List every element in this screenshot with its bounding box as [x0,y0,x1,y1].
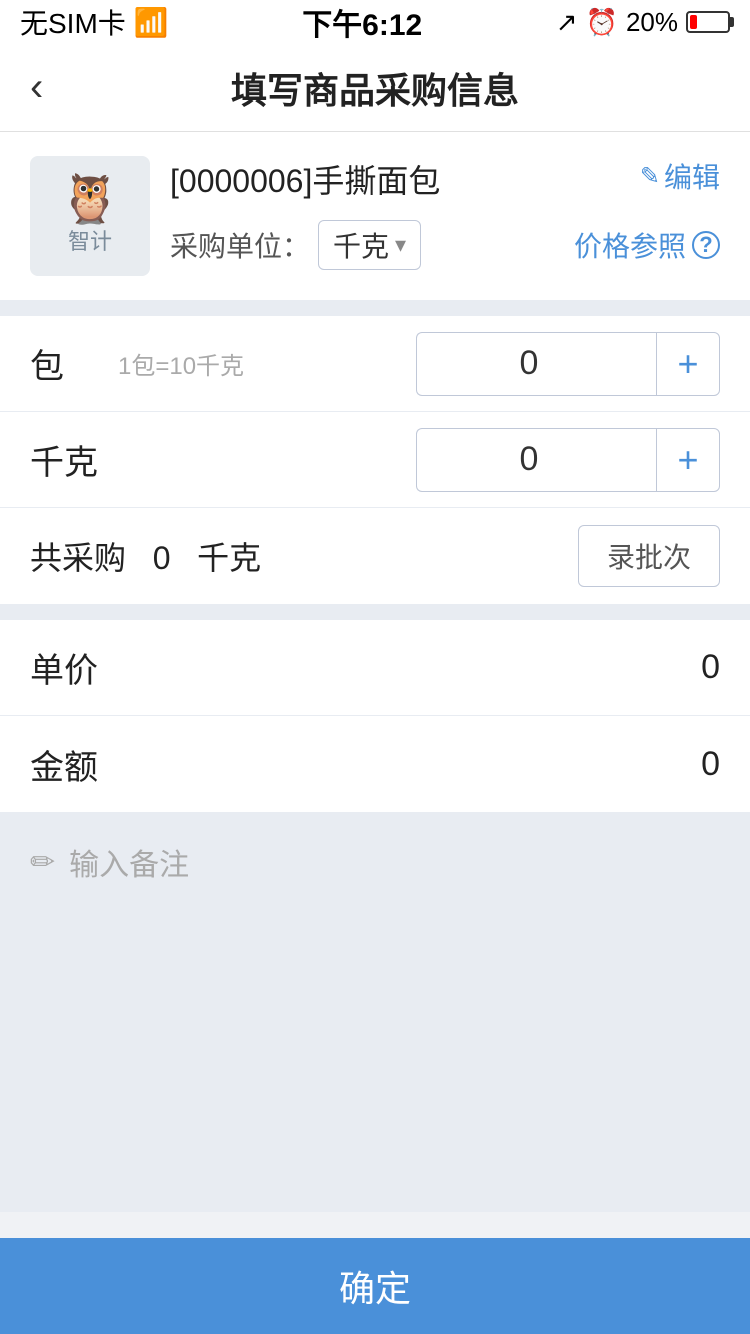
bag-input-controls: + [416,332,720,396]
product-name: [0000006]手撕面包 [170,156,440,202]
nav-bar: ‹ 填写商品采购信息 [0,44,750,132]
bag-quantity-input[interactable] [416,332,656,396]
price-amount-section: 单价 0 金额 0 [0,620,750,812]
kg-input-row: 千克 + [0,412,750,508]
edit-icon: ✎ [640,162,660,191]
amount-value: 0 [701,745,720,784]
unit-label: 采购单位： [170,225,310,265]
bag-label: 包 [30,339,110,388]
bag-plus-button[interactable]: + [656,332,720,396]
price-ref-button[interactable]: 价格参照 ? [574,225,720,265]
status-right: ↗ ⏰ 20% [556,7,730,38]
bag-sublabel: 1包=10千克 [118,346,244,381]
bottom-space [0,912,750,1212]
edit-label: 编辑 [664,156,720,196]
kg-input-controls: + [416,428,720,492]
unit-price-row: 单价 0 [0,620,750,716]
total-row: 共采购 0 千克 录批次 [0,508,750,604]
product-thumbnail: 🦉 智计 [30,156,150,276]
unit-price-label: 单价 [30,643,98,692]
batch-button[interactable]: 录批次 [578,525,720,587]
battery-indicator [686,11,730,33]
page-title: 填写商品采购信息 [231,62,519,114]
edit-button[interactable]: ✎ 编辑 [640,156,720,196]
remark-section[interactable]: ✏ 输入备注 [0,812,750,912]
kg-label: 千克 [30,435,110,484]
alarm-icon: ⏰ [586,7,618,38]
section-divider-2 [0,604,750,620]
product-info: [0000006]手撕面包 ✎ 编辑 采购单位： 千克 ▾ 价格参照 ? [170,156,720,270]
unit-select[interactable]: 千克 ▾ [318,220,421,270]
back-button[interactable]: ‹ [30,65,90,110]
status-time: 下午6:12 [302,0,422,44]
pencil-icon: ✏ [30,845,55,880]
kg-plus-button[interactable]: + [656,428,720,492]
section-divider-1 [0,300,750,316]
product-unit-row: 采购单位： 千克 ▾ 价格参照 ? [170,220,720,270]
wifi-icon: 📶 [134,6,169,39]
status-bar: 无SIM卡 📶 下午6:12 ↗ ⏰ 20% [0,0,750,44]
info-icon: ? [692,231,720,259]
status-left: 无SIM卡 📶 [20,2,169,42]
input-section: 包 1包=10千克 + 千克 + [0,316,750,508]
unit-price-value: 0 [701,648,720,687]
amount-label: 金额 [30,740,98,789]
location-icon: ↗ [556,7,578,38]
unit-dropdown-arrow: ▾ [395,232,406,258]
owl-icon: 🦉 [60,176,120,224]
product-header: [0000006]手撕面包 ✎ 编辑 [170,156,720,202]
bag-input-row: 包 1包=10千克 + [0,316,750,412]
remark-placeholder: 输入备注 [69,840,189,884]
kg-quantity-input[interactable] [416,428,656,492]
thumb-label: 智计 [68,224,112,256]
confirm-label: 确定 [339,1260,411,1312]
confirm-bar[interactable]: 确定 [0,1238,750,1334]
product-card: 🦉 智计 [0000006]手撕面包 ✎ 编辑 采购单位： 千克 ▾ 价格参照 [0,132,750,300]
total-label: 共采购 0 千克 [30,533,261,579]
carrier-text: 无SIM卡 [20,2,126,42]
battery-percent: 20% [626,7,678,38]
unit-value: 千克 [333,225,389,265]
price-ref-label: 价格参照 [574,225,686,265]
amount-row: 金额 0 [0,716,750,812]
